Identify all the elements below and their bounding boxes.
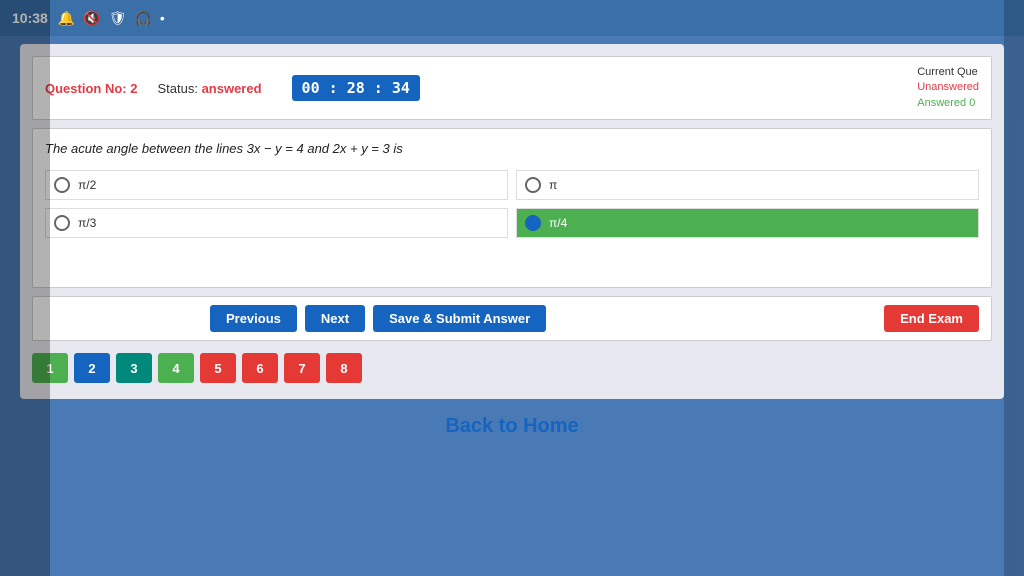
unanswered-label: Unanswered	[917, 80, 979, 95]
option-c[interactable]: π/3	[45, 208, 508, 238]
previous-button[interactable]: Previous	[210, 305, 297, 332]
nav-center: Previous Next Save & Submit Answer	[210, 305, 546, 332]
radio-d[interactable]	[525, 215, 541, 231]
qnum-8[interactable]: 8	[326, 353, 362, 383]
notification-icon: 🔔	[58, 10, 75, 27]
radio-a[interactable]	[54, 177, 70, 193]
next-button[interactable]: Next	[305, 305, 365, 332]
radio-c[interactable]	[54, 215, 70, 231]
qnum-7[interactable]: 7	[284, 353, 320, 383]
dot-icon: •	[160, 10, 165, 26]
option-b[interactable]: π	[516, 170, 979, 200]
status-time: 10:38	[12, 10, 48, 26]
mute-icon: 🔇	[83, 10, 100, 27]
current-que-label: Current Que	[917, 65, 979, 80]
question-no-label: Question No: 2	[45, 81, 137, 96]
nav-buttons: Previous Next Save & Submit Answer End E…	[32, 296, 992, 341]
answered-label: Answered 0	[917, 96, 979, 111]
option-a[interactable]: π/2	[45, 170, 508, 200]
question-header: Question No: 2 Status: answered 00 : 28 …	[32, 56, 992, 120]
question-number-grid: 1 2 3 4 5 6 7 8	[32, 349, 992, 387]
status-value: answered	[202, 81, 262, 96]
radio-b[interactable]	[525, 177, 541, 193]
sidebar-info: Current Que Unanswered Answered 0	[917, 65, 979, 111]
headphone-icon: 🎧	[134, 10, 151, 27]
options-grid: π/2 π π/3 π/4	[45, 170, 979, 238]
save-submit-button[interactable]: Save & Submit Answer	[373, 305, 546, 332]
option-d-text: π/4	[549, 216, 567, 230]
status-icons: 🔔 🔇 🛡 🎧 •	[58, 10, 165, 27]
back-to-home-link[interactable]: Back to Home	[445, 415, 578, 437]
qnum-1[interactable]: 1	[32, 353, 68, 383]
nav-buttons-wrapper: Previous Next Save & Submit Answer End E…	[45, 305, 979, 332]
shield-icon: 🛡	[109, 10, 127, 27]
qnum-6[interactable]: 6	[242, 353, 278, 383]
question-text: The acute angle between the lines 3x − y…	[45, 141, 979, 156]
right-overlay	[1004, 0, 1024, 576]
status-label: Status: answered	[157, 81, 261, 96]
main-content: Question No: 2 Status: answered 00 : 28 …	[20, 44, 1004, 399]
option-d[interactable]: π/4	[516, 208, 979, 238]
timer-display: 00 : 28 : 34	[292, 75, 420, 101]
qnum-4[interactable]: 4	[158, 353, 194, 383]
qnum-3[interactable]: 3	[116, 353, 152, 383]
option-b-text: π	[549, 178, 557, 192]
qnum-5[interactable]: 5	[200, 353, 236, 383]
question-number: 2	[130, 81, 137, 96]
status-bar: 10:38 🔔 🔇 🛡 🎧 •	[0, 0, 1024, 36]
question-body: The acute angle between the lines 3x − y…	[32, 128, 992, 288]
end-exam-button[interactable]: End Exam	[884, 305, 979, 332]
option-c-text: π/3	[78, 216, 96, 230]
qnum-2[interactable]: 2	[74, 353, 110, 383]
option-a-text: π/2	[78, 178, 96, 192]
back-to-home-section: Back to Home	[0, 415, 1024, 438]
